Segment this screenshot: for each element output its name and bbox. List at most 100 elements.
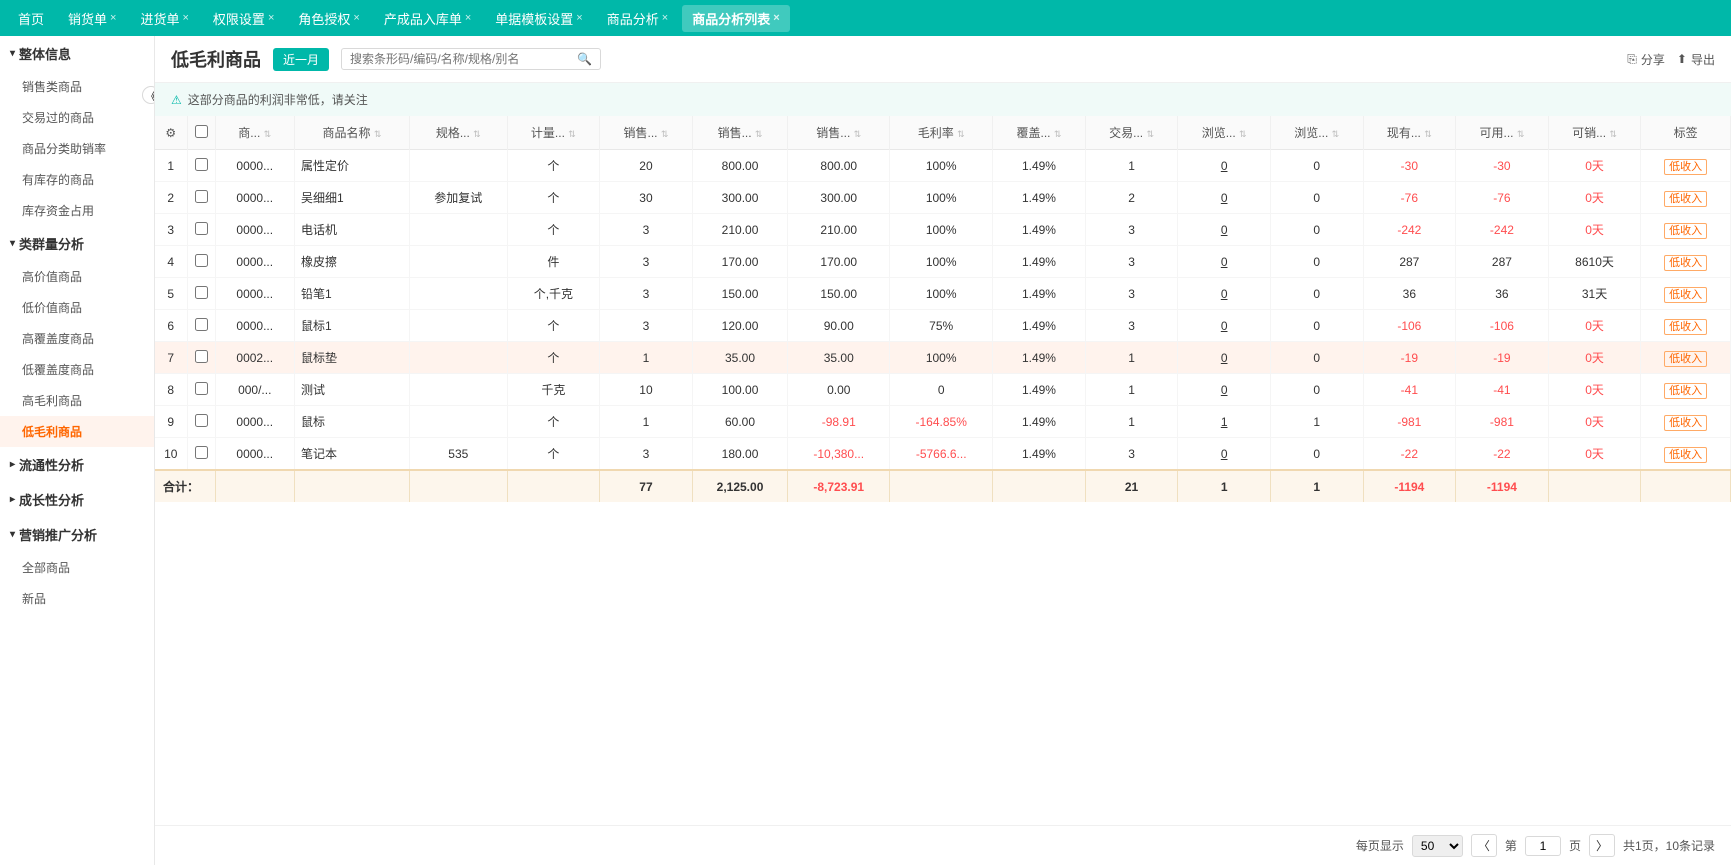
col-name[interactable]: 商品名称 ⇅: [295, 116, 410, 150]
sidebar-item-high-value[interactable]: 高价值商品: [0, 261, 154, 292]
page-number-input[interactable]: [1525, 836, 1561, 856]
sidebar-item-traded-goods[interactable]: 交易过的商品: [0, 102, 154, 133]
col-spec[interactable]: 规格... ⇅: [409, 116, 507, 150]
nav-template-settings[interactable]: 单据模板设置 ×: [485, 5, 592, 32]
row-browse1[interactable]: 0: [1178, 246, 1271, 278]
row-available: -41: [1456, 374, 1549, 406]
row-trade: 3: [1085, 246, 1178, 278]
row-checkbox[interactable]: [187, 150, 215, 182]
row-sales-amount: -98.91: [788, 406, 890, 438]
col-gross-margin[interactable]: 毛利率 ⇅: [890, 116, 993, 150]
nav-product-storage[interactable]: 产成品入库单 ×: [374, 5, 481, 32]
col-tag: 标签: [1641, 116, 1731, 150]
row-spec: [409, 214, 507, 246]
nav-role-auth[interactable]: 角色授权 ×: [288, 5, 369, 32]
row-name: 电话机: [295, 214, 410, 246]
prev-page-button[interactable]: 〈: [1471, 834, 1497, 857]
col-settings[interactable]: ⚙: [155, 116, 187, 150]
sidebar-item-category-rate[interactable]: 商品分类助销率: [0, 133, 154, 164]
row-checkbox[interactable]: [187, 406, 215, 438]
nav-close-icon[interactable]: ×: [576, 12, 582, 24]
col-sales-qty[interactable]: 销售... ⇅: [600, 116, 693, 150]
col-unit[interactable]: 计量... ⇅: [507, 116, 600, 150]
col-sellable[interactable]: 可销... ⇅: [1548, 116, 1641, 150]
row-code: 0000...: [215, 150, 295, 182]
nav-close-icon[interactable]: ×: [353, 12, 359, 24]
row-checkbox[interactable]: [187, 214, 215, 246]
row-browse1[interactable]: 1: [1178, 406, 1271, 438]
sidebar-item-low-coverage[interactable]: 低覆盖度商品: [0, 354, 154, 385]
row-checkbox[interactable]: [187, 182, 215, 214]
row-sellable: 0天: [1548, 150, 1641, 182]
row-browse1[interactable]: 0: [1178, 214, 1271, 246]
sidebar-item-high-margin[interactable]: 高毛利商品: [0, 385, 154, 416]
row-browse1[interactable]: 0: [1178, 342, 1271, 374]
row-checkbox[interactable]: [187, 310, 215, 342]
sidebar-item-high-coverage[interactable]: 高覆盖度商品: [0, 323, 154, 354]
row-unit: 件: [507, 246, 600, 278]
search-icon[interactable]: 🔍: [577, 52, 592, 66]
col-sales-amount[interactable]: 销售... ⇅: [788, 116, 890, 150]
sidebar-group-circulation[interactable]: ▸ 流通性分析: [0, 447, 154, 482]
sidebar-item-low-margin[interactable]: 低毛利商品: [0, 416, 154, 447]
row-browse1[interactable]: 0: [1178, 310, 1271, 342]
row-sales-price: 180.00: [692, 438, 788, 471]
row-checkbox[interactable]: [187, 278, 215, 310]
table-container[interactable]: ⚙ 商... ⇅ 商品名称 ⇅ 规格... ⇅ 计量... ⇅ 销售... ⇅ …: [155, 116, 1731, 825]
row-browse1[interactable]: 0: [1178, 182, 1271, 214]
share-button[interactable]: ⎘ 分享: [1627, 51, 1665, 68]
sidebar-item-all-goods[interactable]: 全部商品: [0, 552, 154, 583]
nav-product-analysis-list[interactable]: 商品分析列表 ×: [682, 5, 789, 32]
sidebar-item-low-value[interactable]: 低价值商品: [0, 292, 154, 323]
sidebar-collapse-btn[interactable]: 《: [142, 86, 155, 104]
select-all-checkbox[interactable]: [195, 125, 208, 138]
row-checkbox[interactable]: [187, 342, 215, 374]
sidebar-item-sales-goods[interactable]: 销售类商品: [0, 71, 154, 102]
row-browse1[interactable]: 0: [1178, 278, 1271, 310]
col-sales-price[interactable]: 销售... ⇅: [692, 116, 788, 150]
sidebar-item-new-goods[interactable]: 新品: [0, 583, 154, 614]
nav-product-analysis[interactable]: 商品分析 ×: [597, 5, 678, 32]
export-button[interactable]: ⬆ 导出: [1677, 51, 1715, 68]
row-unit: 个: [507, 182, 600, 214]
sidebar-group-growth[interactable]: ▸ 成长性分析: [0, 482, 154, 517]
row-browse1[interactable]: 0: [1178, 374, 1271, 406]
next-page-button[interactable]: 〉: [1589, 834, 1615, 857]
row-coverage: 1.49%: [993, 310, 1086, 342]
row-checkbox[interactable]: [187, 374, 215, 406]
col-current-stock[interactable]: 现有... ⇅: [1363, 116, 1456, 150]
nav-permission[interactable]: 权限设置 ×: [203, 5, 284, 32]
col-trade[interactable]: 交易... ⇅: [1085, 116, 1178, 150]
col-code[interactable]: 商... ⇅: [215, 116, 295, 150]
nav-purchase-order[interactable]: 进货单 ×: [130, 5, 198, 32]
nav-home[interactable]: 首页: [8, 5, 54, 32]
nav-close-icon[interactable]: ×: [110, 12, 116, 24]
col-browse2[interactable]: 浏览... ⇅: [1270, 116, 1363, 150]
nav-close-icon[interactable]: ×: [465, 12, 471, 24]
sidebar-item-stock-capital[interactable]: 库存资金占用: [0, 195, 154, 226]
sidebar-group-cluster[interactable]: ▾ 类群量分析: [0, 226, 154, 261]
row-current-stock: -76: [1363, 182, 1456, 214]
search-input[interactable]: [350, 52, 571, 66]
col-browse1[interactable]: 浏览... ⇅: [1178, 116, 1271, 150]
nav-close-icon[interactable]: ×: [662, 12, 668, 24]
nav-sales-order[interactable]: 销货单 ×: [58, 5, 126, 32]
sidebar-group-marketing[interactable]: ▾ 营销推广分析: [0, 517, 154, 552]
nav-close-icon[interactable]: ×: [773, 12, 779, 24]
sidebar-group-overview[interactable]: ▾ 整体信息: [0, 36, 154, 71]
row-unit: 个: [507, 150, 600, 182]
col-available[interactable]: 可用... ⇅: [1456, 116, 1549, 150]
time-filter-button[interactable]: 近一月: [273, 48, 329, 71]
main-layout: ▾ 整体信息 销售类商品 交易过的商品 商品分类助销率 有库存的商品 库存资金占…: [0, 36, 1731, 865]
row-unit: 个: [507, 214, 600, 246]
per-page-select[interactable]: 50 100 200: [1412, 835, 1463, 857]
row-browse1[interactable]: 0: [1178, 438, 1271, 471]
content-header: 低毛利商品 近一月 🔍 ⎘ 分享 ⬆ 导出: [155, 36, 1731, 83]
col-coverage[interactable]: 覆盖... ⇅: [993, 116, 1086, 150]
sidebar-item-stocked-goods[interactable]: 有库存的商品: [0, 164, 154, 195]
nav-close-icon[interactable]: ×: [182, 12, 188, 24]
row-checkbox[interactable]: [187, 246, 215, 278]
row-checkbox[interactable]: [187, 438, 215, 471]
nav-close-icon[interactable]: ×: [268, 12, 274, 24]
row-browse1[interactable]: 0: [1178, 150, 1271, 182]
